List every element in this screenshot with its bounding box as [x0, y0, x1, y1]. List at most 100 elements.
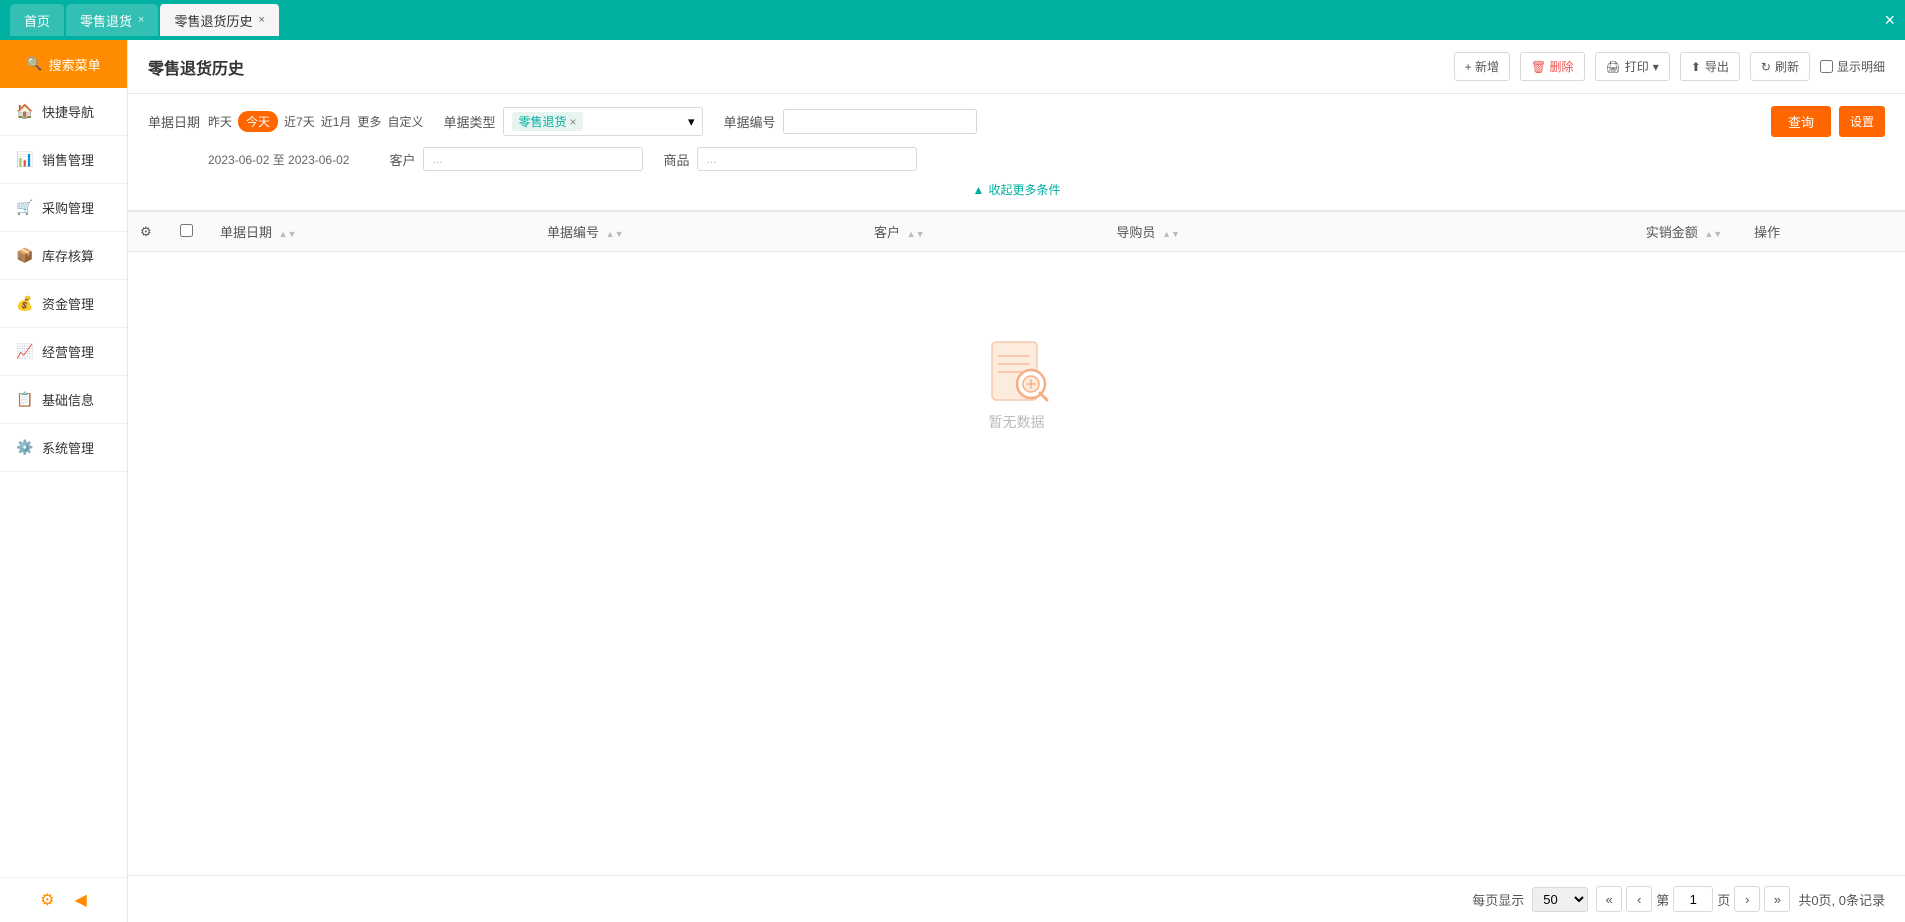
sidebar-item-system[interactable]: ⚙️ 系统管理: [0, 424, 127, 472]
sidebar-footer: ⚙ ◀: [0, 877, 127, 922]
export-label: 导出: [1705, 58, 1729, 75]
sidebar-item-operations-label: 经营管理: [42, 342, 94, 361]
customer-select[interactable]: ...: [423, 147, 643, 171]
tab-retail-return-history[interactable]: 零售退货历史 ×: [160, 4, 278, 36]
empty-text: 暂无数据: [989, 412, 1045, 432]
doc-type-select[interactable]: 零售退货 × ▾: [503, 107, 703, 136]
sales-mgmt-icon: 📊: [16, 151, 34, 169]
top-bar-right: ×: [1884, 10, 1895, 31]
th-customer-label: 客户: [874, 225, 900, 240]
page-word: 第: [1656, 890, 1669, 909]
purchase-mgmt-icon: 🛒: [16, 199, 34, 217]
doc-type-tag-close[interactable]: ×: [569, 115, 576, 129]
page-unit: 页: [1717, 890, 1730, 909]
th-amount-label: 实销金额: [1646, 225, 1698, 240]
date-opt-today[interactable]: 今天: [238, 111, 278, 132]
refresh-button[interactable]: ↻ 刷新: [1750, 52, 1810, 81]
prev-page-button[interactable]: ‹: [1626, 886, 1652, 912]
add-button[interactable]: + 新增: [1454, 52, 1510, 81]
settings-button[interactable]: 设置: [1839, 106, 1885, 137]
sidebar-item-finance[interactable]: 💰 资金管理: [0, 280, 127, 328]
date-opt-more[interactable]: 更多: [357, 113, 381, 130]
show-detail-checkbox-label[interactable]: 显示明细: [1820, 58, 1885, 75]
tab-retail-return-history-close[interactable]: ×: [258, 14, 264, 26]
sidebar-item-quick-nav-label: 快捷导航: [42, 102, 94, 121]
sidebar-item-system-label: 系统管理: [42, 438, 94, 457]
empty-state: 暂无数据: [128, 252, 1905, 512]
th-guide[interactable]: 导购员 ▲▼: [1104, 212, 1389, 252]
show-detail-label: 显示明细: [1837, 58, 1885, 75]
tab-home-label: 首页: [24, 11, 50, 30]
query-action-buttons: 查询 设置: [1771, 106, 1885, 137]
table-footer: 每页显示 10 20 50 100 « ‹ 第 页 › » 共0页, 0条记录: [128, 875, 1905, 922]
th-action: 操作: [1742, 212, 1905, 252]
th-customer[interactable]: 客户 ▲▼: [862, 212, 1104, 252]
main-layout: 🔍 搜索菜单 🏠 快捷导航 📊 销售管理 🛒 采购管理 📦 库存核算 💰 资金管…: [0, 40, 1905, 922]
sidebar-item-inventory-label: 库存核算: [42, 246, 94, 265]
filter-panel: 单据日期 昨天 今天 近7天 近1月 更多 自定义 单据类型: [128, 94, 1905, 211]
tab-retail-return[interactable]: 零售退货 ×: [66, 4, 158, 36]
sidebar-item-basic-label: 基础信息: [42, 390, 94, 409]
th-gear[interactable]: ⚙: [128, 212, 168, 252]
show-detail-checkbox[interactable]: [1820, 60, 1833, 73]
sidebar-item-inventory[interactable]: 📦 库存核算: [0, 232, 127, 280]
th-date-label: 单据日期: [220, 225, 272, 240]
tab-retail-return-close[interactable]: ×: [138, 14, 144, 26]
filter-date-range-display: 2023-06-02 至 2023-06-02: [208, 151, 349, 168]
goods-select[interactable]: ...: [697, 147, 917, 171]
doc-number-input[interactable]: [783, 109, 977, 134]
query-button[interactable]: 查询: [1771, 106, 1831, 137]
select-all-checkbox[interactable]: [180, 224, 193, 237]
refresh-label: 刷新: [1775, 58, 1799, 75]
collapse-sidebar-button[interactable]: ◀: [75, 890, 87, 910]
settings-footer-button[interactable]: ⚙: [40, 890, 54, 910]
number-sort-arrows: ▲▼: [606, 230, 624, 239]
sidebar-item-purchase-mgmt[interactable]: 🛒 采购管理: [0, 184, 127, 232]
first-page-button[interactable]: «: [1596, 886, 1622, 912]
data-table: ⚙ 单据日期 ▲▼ 单据编号 ▲▼: [128, 211, 1905, 512]
inventory-icon: 📦: [16, 247, 34, 265]
sidebar-item-operations[interactable]: 📈 经营管理: [0, 328, 127, 376]
th-number[interactable]: 单据编号 ▲▼: [535, 212, 862, 252]
collapse-label: 收起更多条件: [988, 181, 1060, 198]
total-info: 共0页, 0条记录: [1798, 890, 1885, 909]
filter-date: 单据日期 昨天 今天 近7天 近1月 更多 自定义: [148, 111, 423, 132]
print-label: 打印: [1625, 58, 1649, 75]
window-close-button[interactable]: ×: [1884, 10, 1895, 31]
date-opt-1month[interactable]: 近1月: [321, 113, 352, 130]
print-button[interactable]: 🖨 打印 ▾: [1595, 52, 1670, 81]
gear-icon: ⚙: [140, 224, 152, 239]
doc-type-dropdown-icon: ▾: [688, 114, 695, 130]
sidebar-item-basic-info[interactable]: 📋 基础信息: [0, 376, 127, 424]
pagination: « ‹ 第 页 › »: [1596, 886, 1790, 912]
filter-row-2: 2023-06-02 至 2023-06-02 客户 ... 商品 ...: [148, 147, 1885, 171]
th-action-label: 操作: [1754, 225, 1780, 240]
page-header: 零售退货历史 + 新增 🗑 删除 🖨 打印 ▾ ⬆ 导出 ↻ 刷新: [128, 40, 1905, 94]
th-check[interactable]: [168, 212, 208, 252]
page-number-input[interactable]: [1673, 886, 1713, 912]
basic-info-icon: 📋: [16, 391, 34, 409]
tab-home[interactable]: 首页: [10, 4, 64, 36]
print-icon: 🖨: [1606, 60, 1621, 74]
next-page-button[interactable]: ›: [1734, 886, 1760, 912]
sidebar-item-quick-nav[interactable]: 🏠 快捷导航: [0, 88, 127, 136]
date-opt-yesterday[interactable]: 昨天: [208, 113, 232, 130]
export-icon: ⬆: [1691, 60, 1701, 74]
last-page-button[interactable]: »: [1764, 886, 1790, 912]
finance-icon: 💰: [16, 295, 34, 313]
th-amount[interactable]: 实销金额 ▲▼: [1389, 212, 1742, 252]
refresh-icon: ↻: [1761, 60, 1771, 74]
sidebar-item-sales-mgmt[interactable]: 📊 销售管理: [0, 136, 127, 184]
date-opt-7days[interactable]: 近7天: [284, 113, 315, 130]
sidebar-search[interactable]: 🔍 搜索菜单: [0, 40, 127, 88]
export-button[interactable]: ⬆ 导出: [1680, 52, 1740, 81]
date-opt-custom[interactable]: 自定义: [387, 113, 423, 130]
operations-icon: 📈: [16, 343, 34, 361]
goods-label: 商品: [663, 150, 689, 169]
delete-button[interactable]: 🗑 删除: [1520, 52, 1585, 81]
collapse-filter-button[interactable]: ▲ 收起更多条件: [973, 181, 1061, 198]
th-date[interactable]: 单据日期 ▲▼: [208, 212, 535, 252]
per-page-select[interactable]: 10 20 50 100: [1532, 887, 1588, 912]
sidebar-item-purchase-label: 采购管理: [42, 198, 94, 217]
search-icon: 🔍: [26, 56, 42, 72]
